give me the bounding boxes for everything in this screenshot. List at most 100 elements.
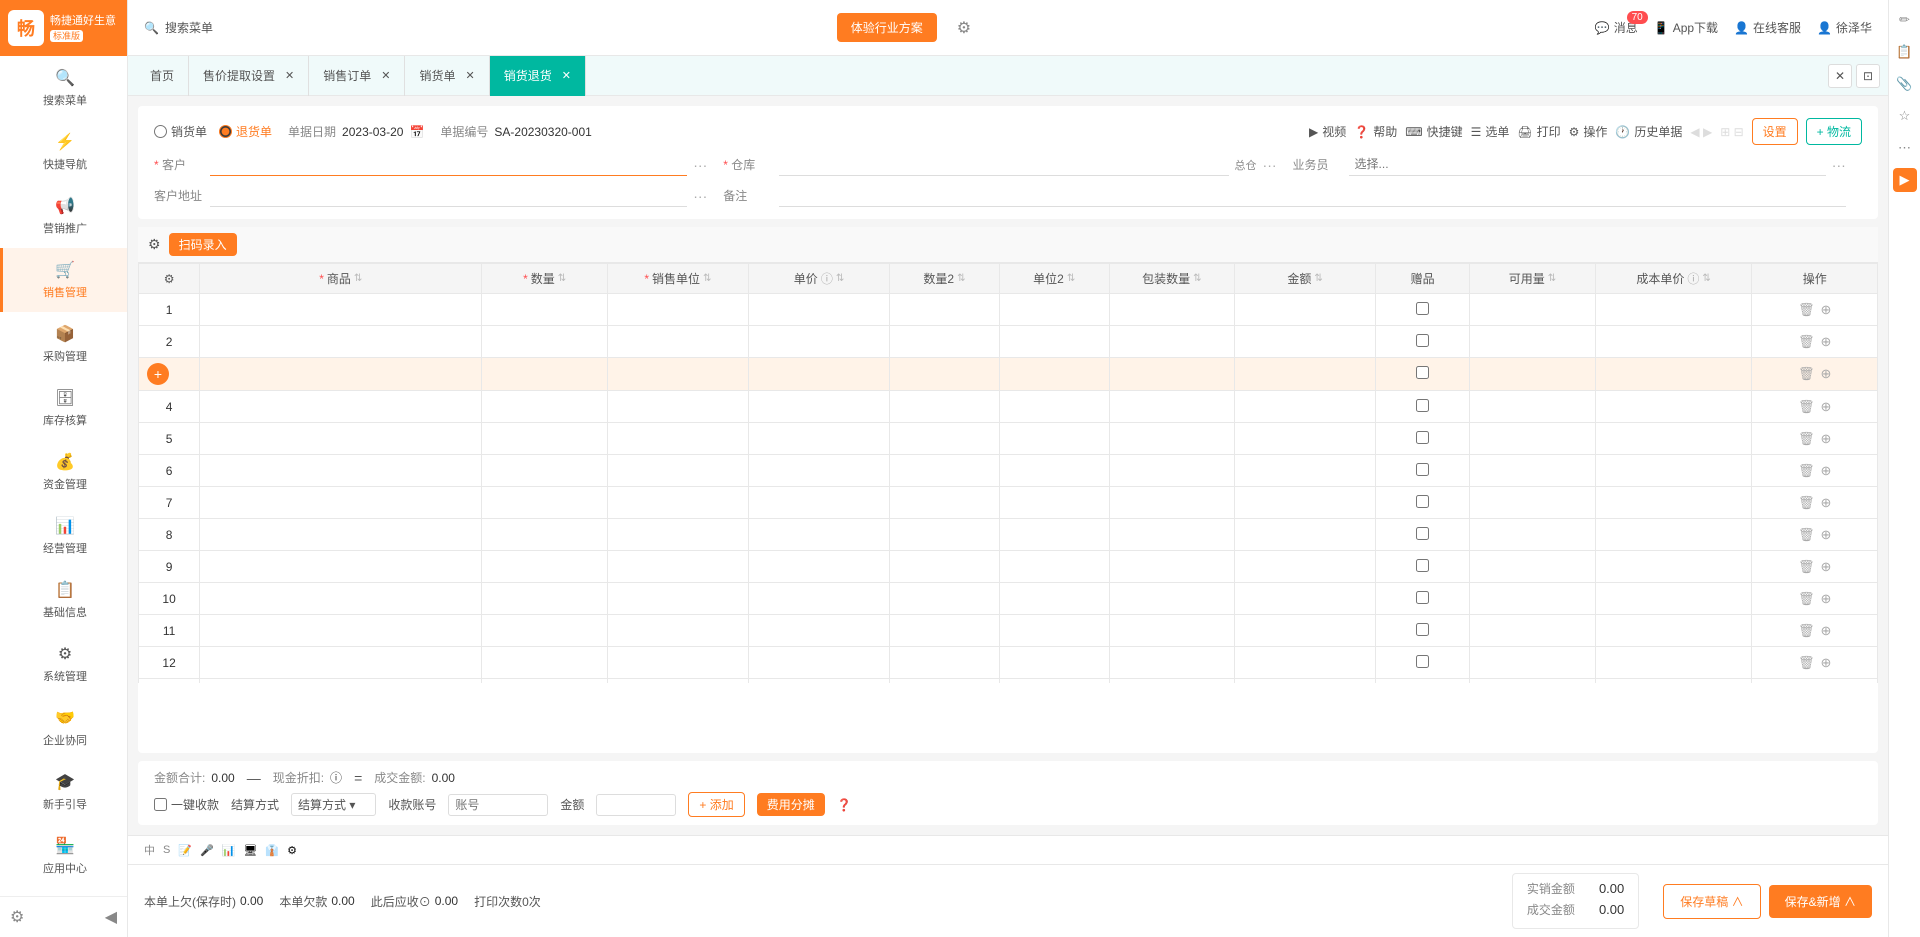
row-qty2[interactable]	[890, 487, 1000, 519]
row-gift[interactable]	[1376, 583, 1470, 615]
row-cost-price[interactable]	[1595, 615, 1752, 647]
message-btn[interactable]: 💬 消息 70	[1595, 19, 1638, 36]
copy-icon[interactable]: ⊕	[1821, 591, 1832, 607]
row-amount[interactable]	[1235, 679, 1376, 684]
right-panel-more[interactable]: ⋯	[1893, 136, 1917, 160]
row-pack-qty[interactable]	[1109, 519, 1234, 551]
row-qty2[interactable]	[890, 423, 1000, 455]
row-unit-price[interactable]	[748, 615, 889, 647]
customer-select-icon[interactable]: ···	[693, 157, 707, 173]
row-available[interactable]	[1470, 519, 1595, 551]
sidebar-item-system[interactable]: ⚙ 系统管理	[0, 632, 127, 696]
row-product[interactable]	[200, 326, 482, 358]
tab-close-icon[interactable]: ✕	[562, 69, 571, 82]
row-unit2[interactable]	[999, 647, 1109, 679]
row-gift[interactable]	[1376, 358, 1470, 391]
row-gift[interactable]	[1376, 679, 1470, 684]
row-qty[interactable]	[482, 519, 607, 551]
gift-checkbox[interactable]	[1416, 302, 1429, 315]
delete-icon[interactable]: 🗑	[1798, 302, 1815, 318]
row-available[interactable]	[1470, 647, 1595, 679]
row-unit2[interactable]	[999, 519, 1109, 551]
row-unit2[interactable]	[999, 583, 1109, 615]
row-pack-qty[interactable]	[1109, 326, 1234, 358]
copy-icon[interactable]: ⊕	[1821, 527, 1832, 543]
row-pack-qty[interactable]	[1109, 423, 1234, 455]
row-unit-price[interactable]	[748, 519, 889, 551]
row-sale-unit[interactable]	[607, 358, 748, 391]
staff-input[interactable]	[1349, 153, 1826, 176]
gift-checkbox[interactable]	[1416, 463, 1429, 476]
row-pack-qty[interactable]	[1109, 583, 1234, 615]
row-product[interactable]	[200, 583, 482, 615]
gift-checkbox[interactable]	[1416, 623, 1429, 636]
select-bill-btn[interactable]: ☰ 选单	[1471, 123, 1510, 140]
row-amount[interactable]	[1235, 647, 1376, 679]
row-amount[interactable]	[1235, 294, 1376, 326]
row-unit-price[interactable]	[748, 423, 889, 455]
row-qty[interactable]	[482, 294, 607, 326]
user-profile-btn[interactable]: 👤 徐泽华	[1817, 19, 1872, 36]
row-cost-price[interactable]	[1595, 487, 1752, 519]
row-amount[interactable]	[1235, 391, 1376, 423]
row-gift[interactable]	[1376, 423, 1470, 455]
row-gift[interactable]	[1376, 551, 1470, 583]
row-amount[interactable]	[1235, 615, 1376, 647]
row-sale-unit[interactable]	[607, 647, 748, 679]
copy-icon[interactable]: ⊕	[1821, 559, 1832, 575]
row-cost-price[interactable]	[1595, 679, 1752, 684]
row-pack-qty[interactable]	[1109, 615, 1234, 647]
row-amount[interactable]	[1235, 583, 1376, 615]
radio-sale[interactable]: 销货单	[154, 123, 207, 140]
row-amount[interactable]	[1235, 519, 1376, 551]
discount-info-icon[interactable]: ⓘ	[330, 769, 342, 786]
row-qty[interactable]	[482, 326, 607, 358]
row-available[interactable]	[1470, 679, 1595, 684]
table-settings-icon[interactable]: ⚙	[148, 236, 161, 253]
row-unit2[interactable]	[999, 326, 1109, 358]
row-unit-price[interactable]	[748, 455, 889, 487]
row-gift[interactable]	[1376, 487, 1470, 519]
fee-split-button[interactable]: 费用分摊	[757, 793, 825, 816]
row-qty[interactable]	[482, 615, 607, 647]
sidebar-item-sales[interactable]: 🛒 销售管理	[0, 248, 127, 312]
row-qty2[interactable]	[890, 455, 1000, 487]
radio-sale-input[interactable]	[154, 125, 167, 138]
radio-return-input[interactable]	[219, 125, 232, 138]
row-unit2[interactable]	[999, 455, 1109, 487]
row-sale-unit[interactable]	[607, 519, 748, 551]
sidebar-item-enterprise[interactable]: 🤝 企业协同	[0, 696, 127, 760]
row-available[interactable]	[1470, 455, 1595, 487]
row-available[interactable]	[1470, 391, 1595, 423]
copy-icon[interactable]: ⊕	[1821, 399, 1832, 415]
operate-btn[interactable]: ⚙ 操作	[1569, 123, 1608, 140]
row-unit-price[interactable]	[748, 294, 889, 326]
row-unit-price[interactable]	[748, 358, 889, 391]
row-amount[interactable]	[1235, 358, 1376, 391]
one-click-payment-input[interactable]	[154, 798, 167, 811]
sort-icon[interactable]: ⇅	[558, 273, 566, 284]
copy-icon[interactable]: ⊕	[1821, 431, 1832, 447]
row-pack-qty[interactable]	[1109, 487, 1234, 519]
experience-button[interactable]: 体验行业方案	[837, 13, 937, 42]
row-sale-unit[interactable]	[607, 455, 748, 487]
tab-close-all-btn[interactable]: ✕	[1828, 64, 1852, 88]
save-new-button[interactable]: 保存&新增 ∧	[1769, 885, 1872, 918]
sidebar-settings-icon[interactable]: ⚙	[10, 907, 24, 927]
delete-icon[interactable]: 🗑	[1798, 559, 1815, 575]
shortcut-key-btn[interactable]: ⌨ 快捷键	[1405, 123, 1462, 140]
row-cost-price[interactable]	[1595, 391, 1752, 423]
row-qty2[interactable]	[890, 679, 1000, 684]
row-amount[interactable]	[1235, 423, 1376, 455]
right-panel-note[interactable]: 📋	[1893, 40, 1917, 64]
delete-icon[interactable]: 🗑	[1798, 334, 1815, 350]
row-sale-unit[interactable]	[607, 423, 748, 455]
row-cost-price[interactable]	[1595, 455, 1752, 487]
tab-maximize-btn[interactable]: ⊡	[1856, 64, 1880, 88]
sort-icon[interactable]: ⇅	[836, 273, 844, 284]
tab-sale-return[interactable]: 销货退货 ✕	[490, 56, 586, 96]
logistics-button[interactable]: + 物流	[1806, 118, 1862, 145]
right-panel-edit[interactable]: ✏	[1893, 8, 1917, 32]
row-unit2[interactable]	[999, 294, 1109, 326]
row-amount[interactable]	[1235, 326, 1376, 358]
